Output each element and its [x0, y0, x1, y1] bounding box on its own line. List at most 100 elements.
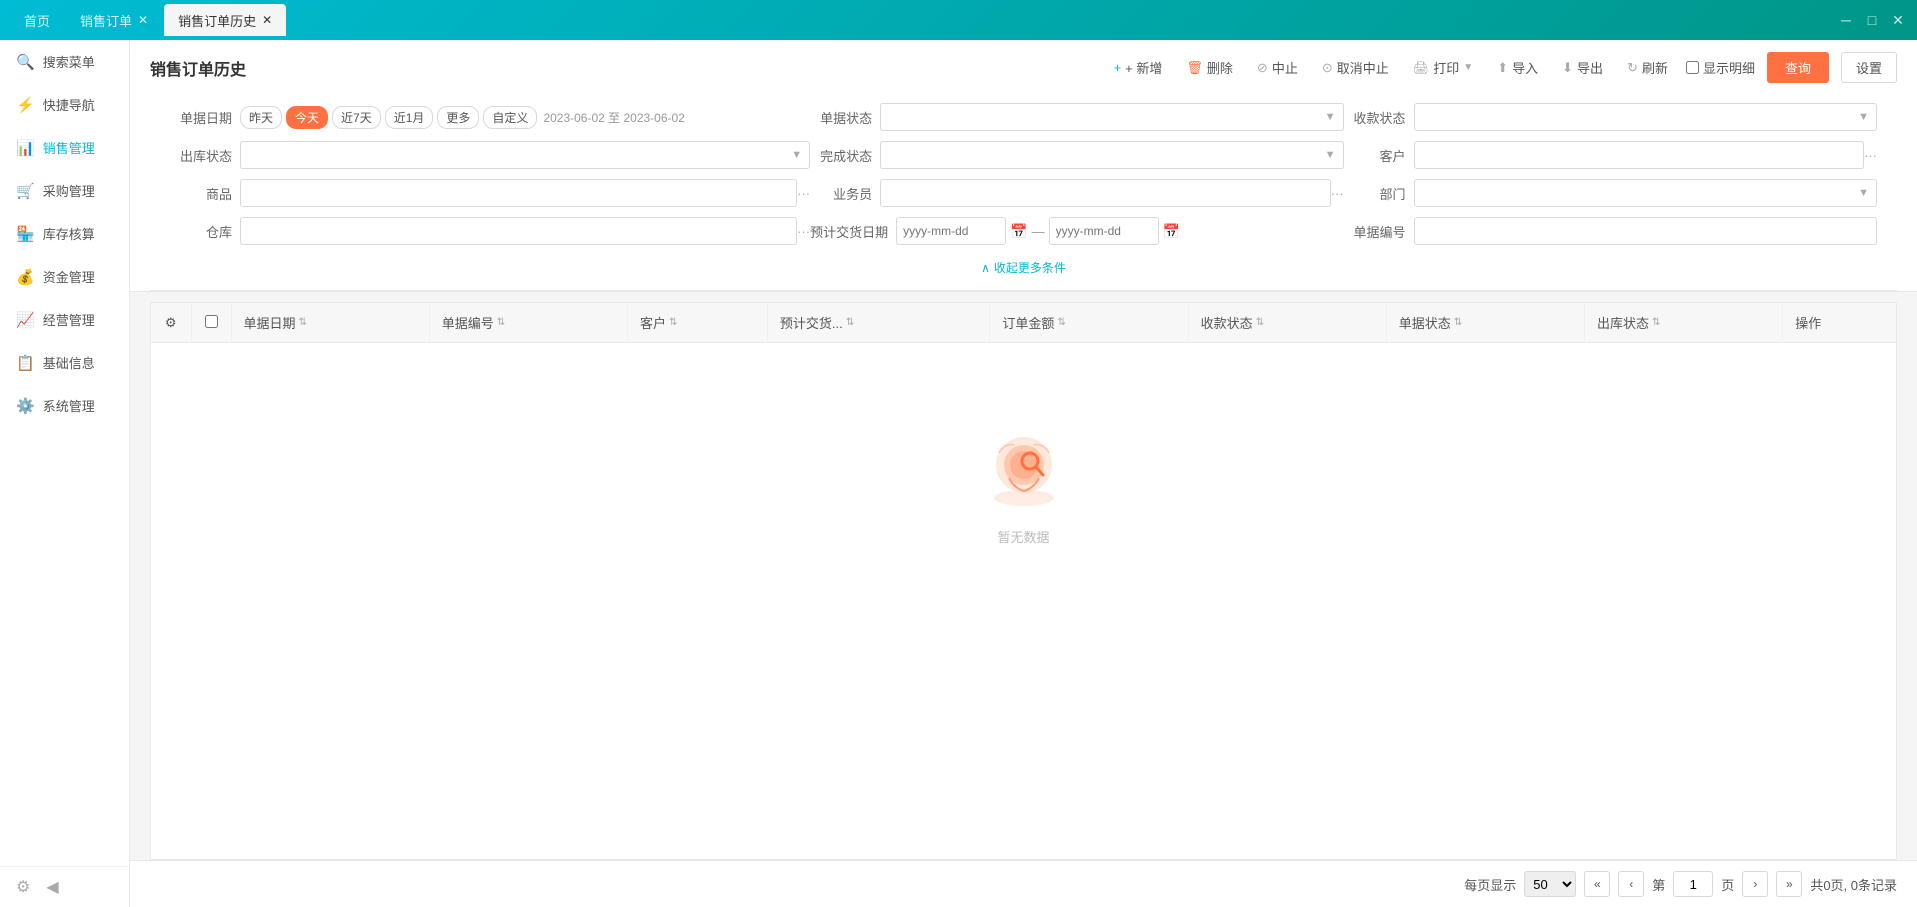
tab-sales-order-history-label: 销售订单历史: [178, 11, 256, 30]
th-customer[interactable]: 客户 ⇅: [627, 303, 767, 343]
refresh-button[interactable]: ↻ 刷新: [1621, 54, 1674, 81]
tab-sales-order[interactable]: 销售订单 ✕: [66, 4, 162, 36]
stop-button[interactable]: ⊘ 中止: [1251, 54, 1304, 81]
tab-sales-order-history-close[interactable]: ✕: [262, 14, 272, 26]
sidebar-item-inventory-label: 库存核算: [43, 224, 95, 243]
customer-input[interactable]: [1414, 141, 1864, 169]
show-detail-input[interactable]: [1686, 61, 1699, 74]
department-select[interactable]: [1414, 179, 1877, 207]
date-yesterday-btn[interactable]: 昨天: [240, 106, 282, 129]
date-custom-btn[interactable]: 自定义: [483, 106, 537, 129]
th-order-status[interactable]: 单据状态 ⇅: [1386, 303, 1584, 343]
salesperson-ellipsis[interactable]: ···: [1331, 186, 1344, 201]
filter-row-4: 仓库 ··· 预计交货日期 📅 — 📅: [170, 217, 1877, 245]
show-detail-checkbox[interactable]: 显示明细: [1686, 58, 1755, 77]
sidebar-item-basic-info[interactable]: 📋 基础信息: [0, 341, 129, 384]
payment-status-select[interactable]: 未收款 部分收款 已收款: [1414, 103, 1877, 131]
delivery-date-end-input[interactable]: [1049, 217, 1159, 245]
th-number[interactable]: 单据编号 ⇅: [429, 303, 627, 343]
total-info: 共0页, 0条记录: [1810, 875, 1897, 894]
th-actions-label: 操作: [1795, 316, 1821, 331]
query-button[interactable]: 查询: [1767, 52, 1829, 83]
date-1month-btn[interactable]: 近1月: [385, 106, 434, 129]
th-date[interactable]: 单据日期 ⇅: [231, 303, 429, 343]
warehouse-input[interactable]: [240, 217, 797, 245]
th-payment-status[interactable]: 收款状态 ⇅: [1188, 303, 1386, 343]
refresh-icon: ↻: [1627, 60, 1638, 76]
settings-icon[interactable]: ⚙: [165, 315, 177, 330]
delivery-date-sep: —: [1032, 224, 1045, 239]
sidebar-item-quick-nav[interactable]: ⚡ 快捷导航: [0, 83, 129, 126]
sidebar-collapse-icon[interactable]: ◀: [46, 877, 58, 897]
delivery-date-start-input[interactable]: [896, 217, 1006, 245]
refresh-label: 刷新: [1642, 58, 1668, 77]
window-max-button[interactable]: □: [1863, 11, 1881, 29]
cancel-stop-button[interactable]: ⊙ 取消中止: [1316, 54, 1395, 81]
date-more-btn[interactable]: 更多: [437, 106, 479, 129]
sidebar-item-search-menu-label: 搜索菜单: [43, 52, 95, 71]
customer-ellipsis[interactable]: ···: [1864, 148, 1877, 163]
filter-salesperson-col: 业务员 ···: [810, 179, 1343, 207]
prev-page-button[interactable]: ‹: [1618, 871, 1644, 897]
product-ellipsis[interactable]: ···: [797, 186, 810, 201]
date-7days-btn[interactable]: 近7天: [332, 106, 381, 129]
new-button[interactable]: + + 新增: [1108, 54, 1169, 81]
sidebar-item-finance[interactable]: 💰 资金管理: [0, 255, 129, 298]
sidebar-item-inventory[interactable]: 🏪 库存核算: [0, 212, 129, 255]
date-quick-buttons: 昨天 今天 近7天 近1月 更多 自定义: [240, 106, 537, 129]
filter-department-col: 部门 ▼: [1344, 179, 1877, 207]
completion-status-select[interactable]: 未完成 已完成: [880, 141, 1343, 169]
tab-home[interactable]: 首页: [10, 4, 64, 36]
settings-button[interactable]: 设置: [1841, 52, 1897, 83]
th-date-sort[interactable]: 单据日期 ⇅: [244, 313, 417, 332]
collapse-bar[interactable]: ∧ 收起更多条件: [170, 255, 1877, 280]
th-payment-status-sort[interactable]: 收款状态 ⇅: [1201, 313, 1374, 332]
sidebar-settings-icon[interactable]: ⚙: [16, 877, 30, 897]
th-delivery-date-sort[interactable]: 预计交货... ⇅: [780, 313, 977, 332]
sidebar-item-purchase-mgmt[interactable]: 🛒 采购管理: [0, 169, 129, 212]
import-label: 导入: [1512, 58, 1538, 77]
tab-sales-order-history[interactable]: 销售订单历史 ✕: [164, 4, 286, 36]
delete-button[interactable]: 🗑 删除: [1180, 54, 1239, 81]
prev-page-icon: ‹: [1629, 877, 1633, 891]
th-delivery-date[interactable]: 预计交货... ⇅: [767, 303, 989, 343]
date-today-btn[interactable]: 今天: [286, 106, 328, 129]
filter-payment-status-col: 收款状态 未收款 部分收款 已收款 ▼: [1344, 103, 1877, 131]
sidebar-item-search-menu[interactable]: 🔍 搜索菜单: [0, 40, 129, 83]
delivery-date-start-icon[interactable]: 📅: [1010, 223, 1027, 240]
window-close-button[interactable]: ✕: [1889, 11, 1907, 29]
sidebar-item-sales-mgmt[interactable]: 📊 销售管理: [0, 126, 129, 169]
salesperson-input[interactable]: [880, 179, 1330, 207]
window-min-button[interactable]: ─: [1837, 11, 1855, 29]
select-all-checkbox[interactable]: [205, 315, 218, 328]
sidebar-item-system-mgmt[interactable]: ⚙️ 系统管理: [0, 384, 129, 427]
last-page-button[interactable]: »: [1776, 871, 1802, 897]
th-amount[interactable]: 订单金额 ⇅: [990, 303, 1188, 343]
first-page-button[interactable]: «: [1584, 871, 1610, 897]
th-order-status-sort[interactable]: 单据状态 ⇅: [1399, 313, 1572, 332]
th-number-sort[interactable]: 单据编号 ⇅: [442, 313, 615, 332]
th-amount-sort[interactable]: 订单金额 ⇅: [1002, 313, 1175, 332]
th-settings[interactable]: ⚙: [151, 303, 191, 343]
collapse-label: 收起更多条件: [994, 259, 1066, 276]
warehouse-ellipsis[interactable]: ···: [797, 224, 810, 239]
page-size-select[interactable]: 10 20 50 100: [1524, 871, 1576, 897]
current-page-input[interactable]: [1673, 871, 1713, 897]
order-status-select[interactable]: 待审核 已审核 已驳回: [880, 103, 1343, 131]
export-button[interactable]: ⬇ 导出: [1556, 54, 1609, 81]
th-checkbox[interactable]: [191, 303, 231, 343]
next-page-button[interactable]: ›: [1742, 871, 1768, 897]
delivery-date-end-icon[interactable]: 📅: [1163, 223, 1180, 240]
product-input[interactable]: [240, 179, 797, 207]
th-customer-sort[interactable]: 客户 ⇅: [640, 313, 755, 332]
th-payment-status-sort-icon: ⇅: [1256, 317, 1264, 328]
delivery-status-select[interactable]: 未出库 部分出库 已出库: [240, 141, 810, 169]
order-number-input[interactable]: [1414, 217, 1877, 245]
sidebar-item-system-mgmt-label: 系统管理: [43, 396, 95, 415]
tab-sales-order-close[interactable]: ✕: [138, 14, 148, 26]
import-button[interactable]: ⬆ 导入: [1491, 54, 1544, 81]
th-delivery-status-sort[interactable]: 出库状态 ⇅: [1597, 313, 1770, 332]
print-button[interactable]: 🖨 打印 ▼: [1407, 54, 1479, 81]
sidebar-item-operation[interactable]: 📈 经营管理: [0, 298, 129, 341]
th-delivery-status[interactable]: 出库状态 ⇅: [1585, 303, 1783, 343]
